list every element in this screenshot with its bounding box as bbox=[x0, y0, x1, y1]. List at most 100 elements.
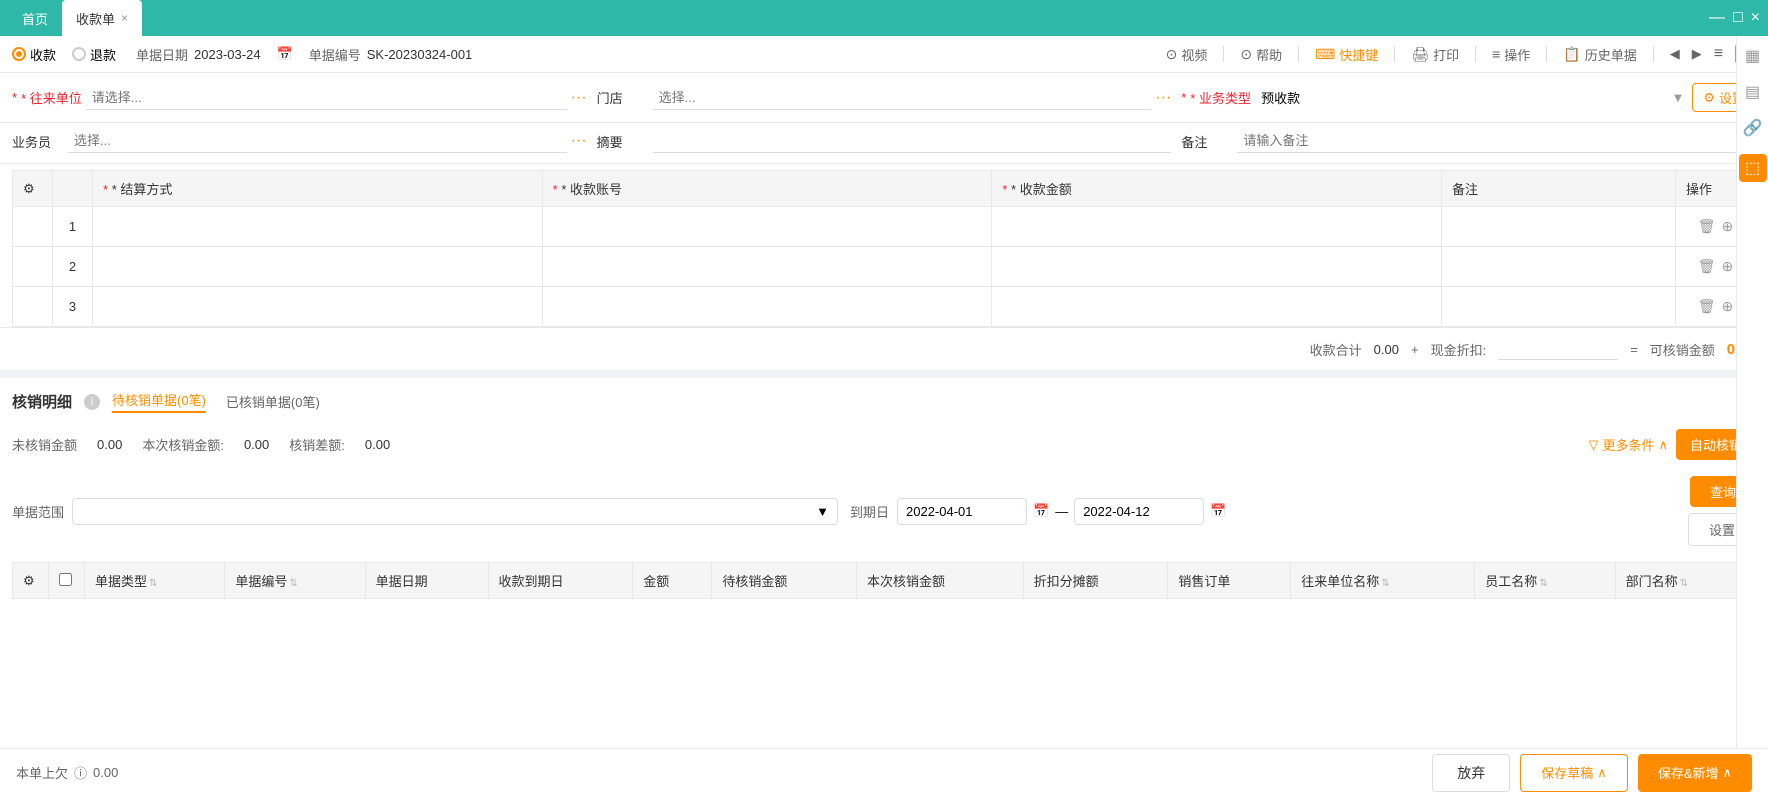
copy-row-2-icon[interactable]: ⊕ bbox=[1722, 258, 1734, 275]
abandon-button[interactable]: 放弃 bbox=[1432, 754, 1510, 792]
vcol-pending-verify: 待核销金额 bbox=[712, 563, 857, 599]
video-btn[interactable]: ⊙ 视频 bbox=[1166, 45, 1208, 64]
vcol-due-date: 收款到期日 bbox=[488, 563, 633, 599]
help-btn[interactable]: ⊙ 帮助 bbox=[1240, 45, 1282, 64]
salesman-input[interactable] bbox=[68, 129, 567, 153]
delete-row-2-icon[interactable]: 🗑 bbox=[1698, 258, 1716, 275]
col-gear[interactable]: ⚙ bbox=[13, 171, 53, 207]
diff-value: 0.00 bbox=[365, 437, 390, 452]
cell-amount-2[interactable] bbox=[992, 247, 1442, 287]
calendar-icon[interactable]: 📅 bbox=[277, 46, 293, 62]
sidebar-expand-icon[interactable]: ⬚ bbox=[1739, 154, 1767, 182]
bottom-info-label: 本单上欠 bbox=[16, 763, 68, 782]
table-row: 1 🗑 ⊕ bbox=[13, 207, 1756, 247]
counterpart-ellipsis[interactable]: ··· bbox=[571, 89, 587, 107]
cell-account-2[interactable] bbox=[542, 247, 992, 287]
verify-tab-pending[interactable]: 待核销单据(0笔) bbox=[112, 390, 206, 413]
print-btn[interactable]: 🖨 打印 bbox=[1411, 45, 1459, 64]
calendar-to-icon[interactable]: 📅 bbox=[1210, 503, 1226, 519]
more-conditions-btn[interactable]: ▽ 更多条件 ∧ bbox=[1588, 435, 1668, 454]
store-ellipsis[interactable]: ··· bbox=[1155, 89, 1171, 107]
discount-input[interactable] bbox=[1498, 338, 1618, 360]
counterpart-label: * 往来单位 bbox=[21, 88, 82, 107]
cell-remark-2[interactable] bbox=[1442, 247, 1676, 287]
header-toolbar: 收款 退款 单据日期 2023-03-24 📅 单据编号 SK-20230324… bbox=[0, 36, 1768, 73]
divider2 bbox=[1298, 46, 1299, 62]
cell-amount-1[interactable] bbox=[992, 207, 1442, 247]
bottom-info-value: 0.00 bbox=[93, 765, 118, 780]
salesman-ellipsis[interactable]: ··· bbox=[571, 132, 587, 150]
date-from-input[interactable] bbox=[897, 498, 1027, 525]
radio-receipt[interactable]: 收款 bbox=[12, 45, 56, 64]
vcol-counterpart: 往来单位名称⇅ bbox=[1291, 563, 1475, 599]
range-select[interactable]: ▼ bbox=[72, 498, 838, 525]
vcol-sales-order: 销售订单 bbox=[1168, 563, 1291, 599]
vcol-number: 单据编号⇅ bbox=[225, 563, 365, 599]
sidebar-link-icon[interactable]: 🔗 bbox=[1743, 118, 1763, 138]
vcol-checkbox[interactable] bbox=[49, 563, 85, 599]
bottom-info-icon: ⓘ bbox=[74, 763, 87, 782]
print-icon: 🖨 bbox=[1411, 46, 1429, 63]
store-input[interactable] bbox=[653, 86, 1152, 110]
calendar-from-icon[interactable]: 📅 bbox=[1033, 503, 1049, 519]
unchecked-value: 0.00 bbox=[97, 437, 122, 452]
sidebar-chart-icon[interactable]: ▤ bbox=[1745, 82, 1760, 102]
vcol-type: 单据类型⇅ bbox=[85, 563, 225, 599]
save-new-button[interactable]: 保存&新增 ∧ bbox=[1638, 754, 1752, 792]
select-all-checkbox[interactable] bbox=[59, 573, 72, 586]
vcol-gear[interactable]: ⚙ bbox=[13, 563, 49, 599]
row-num-3: 3 bbox=[53, 287, 93, 327]
operation-btn[interactable]: ≡ 操作 bbox=[1492, 45, 1530, 64]
summary-input[interactable] bbox=[653, 129, 1172, 153]
range-filter-field: 单据范围 ▼ bbox=[12, 498, 838, 525]
main-content: 收款 退款 单据日期 2023-03-24 📅 单据编号 SK-20230324… bbox=[0, 36, 1768, 796]
business-type-dropdown-icon[interactable]: ▼ bbox=[1671, 90, 1684, 105]
receipt-type-radio-group: 收款 退款 bbox=[12, 45, 116, 64]
cell-empty3 bbox=[13, 287, 53, 327]
total-label: 收款合计 bbox=[1310, 340, 1362, 359]
tab-home[interactable]: 首页 bbox=[8, 0, 62, 36]
number-label: 单据编号 bbox=[309, 45, 361, 64]
cell-payment-2[interactable] bbox=[93, 247, 543, 287]
verify-info-icon[interactable]: i bbox=[84, 394, 100, 410]
vcol-amount: 金额 bbox=[633, 563, 712, 599]
cell-payment-1[interactable] bbox=[93, 207, 543, 247]
cell-remark-3[interactable] bbox=[1442, 287, 1676, 327]
maximize-icon[interactable]: □ bbox=[1733, 9, 1743, 27]
history-btn[interactable]: 📋 历史单据 bbox=[1563, 45, 1636, 64]
settings-icon: ⚙ bbox=[1703, 90, 1715, 106]
minimize-icon[interactable]: — bbox=[1709, 9, 1725, 27]
tab-bar: 首页 收款单 × — □ × bbox=[0, 0, 1768, 36]
bottom-spacer bbox=[0, 611, 1768, 671]
delete-row-1-icon[interactable]: 🗑 bbox=[1698, 218, 1716, 235]
cell-payment-3[interactable] bbox=[93, 287, 543, 327]
table-row: 3 🗑 ⊕ bbox=[13, 287, 1756, 327]
delete-row-3-icon[interactable]: 🗑 bbox=[1698, 298, 1716, 315]
copy-row-1-icon[interactable]: ⊕ bbox=[1722, 218, 1734, 235]
copy-row-3-icon[interactable]: ⊕ bbox=[1722, 298, 1734, 315]
tab-receipt[interactable]: 收款单 × bbox=[62, 0, 142, 36]
filter-icon: ▽ bbox=[1588, 437, 1598, 453]
date-value: 2023-03-24 bbox=[194, 47, 261, 62]
verify-tab-done[interactable]: 已核销单据(0笔) bbox=[226, 392, 320, 411]
cell-account-1[interactable] bbox=[542, 207, 992, 247]
cell-account-3[interactable] bbox=[542, 287, 992, 327]
layout1-icon[interactable]: ≡ bbox=[1714, 45, 1723, 63]
sidebar-table-icon[interactable]: ▦ bbox=[1745, 46, 1760, 66]
cell-remark-1[interactable] bbox=[1442, 207, 1676, 247]
cell-amount-3[interactable] bbox=[992, 287, 1442, 327]
radio-refund[interactable]: 退款 bbox=[72, 45, 116, 64]
window-close-icon[interactable]: × bbox=[1751, 9, 1760, 27]
save-draft-button[interactable]: 保存草稿 ∧ bbox=[1520, 754, 1628, 792]
date-to-input[interactable] bbox=[1074, 498, 1204, 525]
dropdown-icon: ▼ bbox=[816, 504, 829, 519]
vcol-discount: 折扣分摊额 bbox=[1023, 563, 1168, 599]
counterpart-input[interactable] bbox=[86, 86, 567, 110]
nav-right-icon[interactable]: ▶ bbox=[1692, 46, 1702, 62]
col-row-num bbox=[53, 171, 93, 207]
tab-close-icon[interactable]: × bbox=[121, 11, 128, 25]
remark-input[interactable] bbox=[1237, 129, 1756, 153]
shortcut-btn[interactable]: ⌨ 快捷键 bbox=[1315, 45, 1378, 64]
nav-left-icon[interactable]: ◀ bbox=[1670, 46, 1680, 62]
remark-label: 备注 bbox=[1181, 132, 1237, 151]
